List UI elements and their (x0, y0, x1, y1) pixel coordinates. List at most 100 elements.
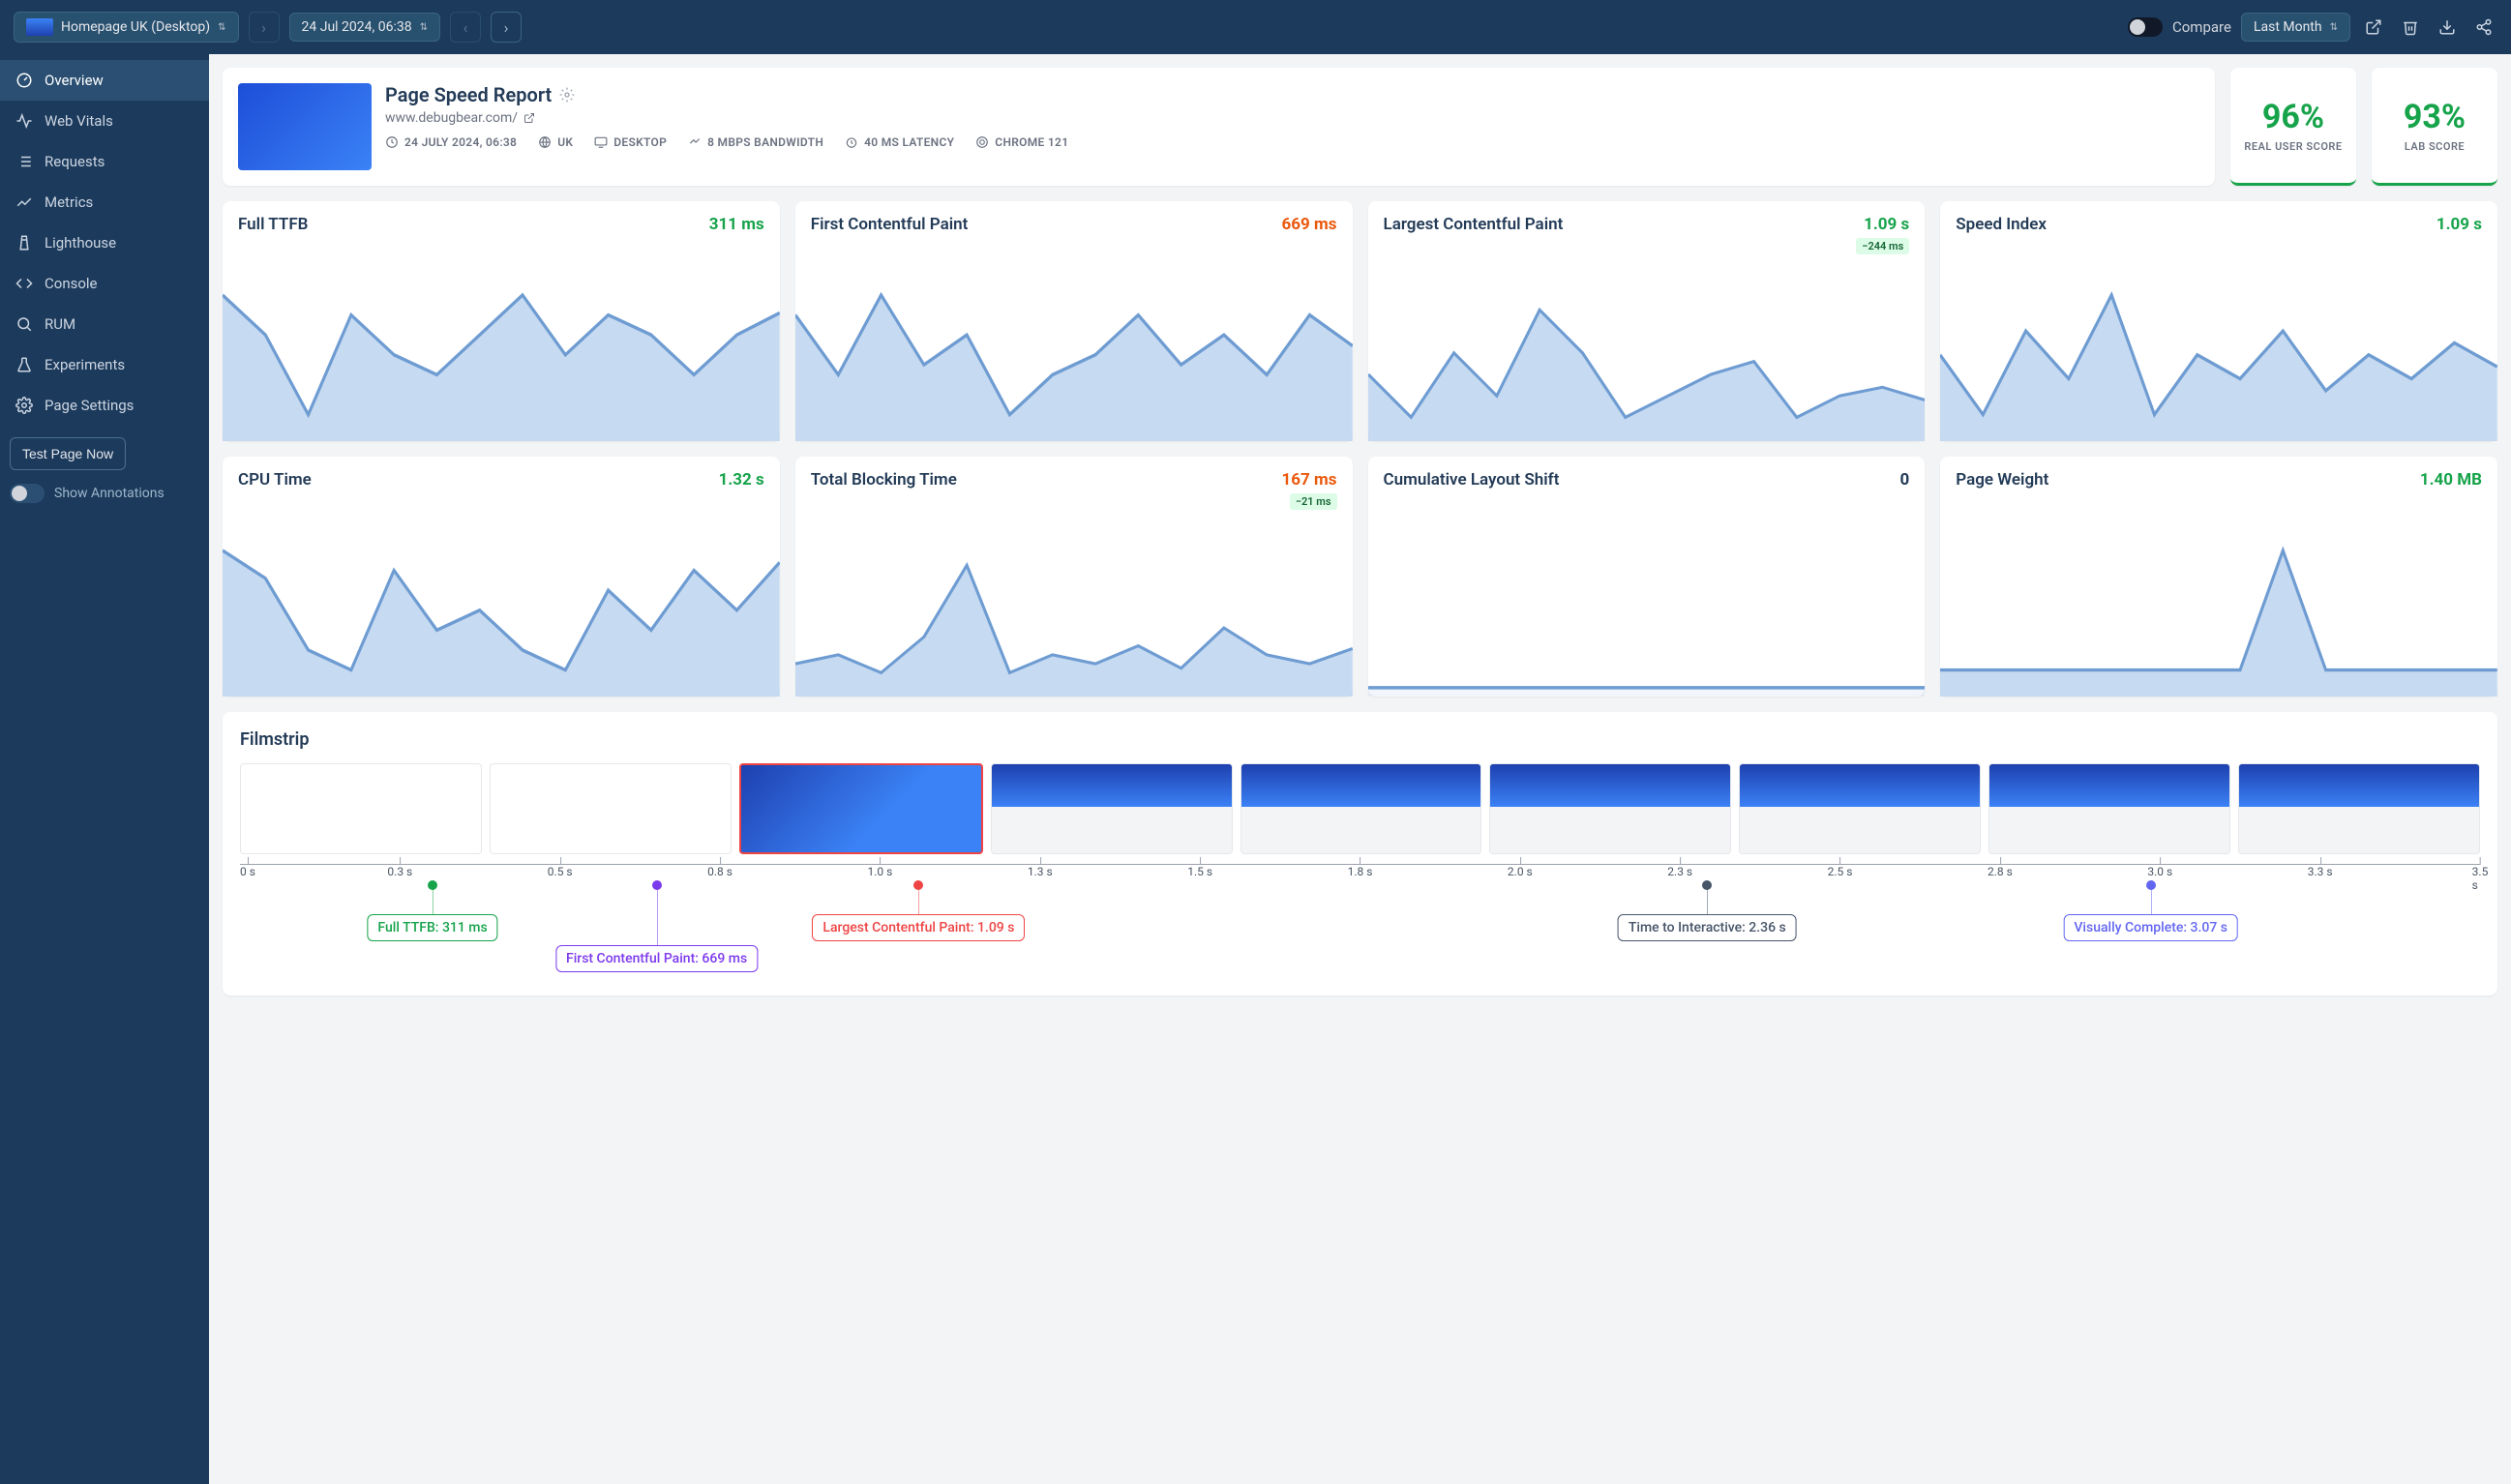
axis-tick: 1.0 s (868, 865, 893, 878)
metric-card[interactable]: Total Blocking Time 167 ms −21 ms (795, 457, 1353, 697)
metric-card[interactable]: Speed Index 1.09 s (1940, 201, 2497, 441)
filmstrip-frame[interactable] (1739, 763, 1981, 854)
filmstrip-frame[interactable] (991, 763, 1233, 854)
url-text: www.debugbear.com/ (385, 110, 518, 126)
metric-delta: −244 ms (1856, 238, 1909, 254)
flask-icon (15, 356, 33, 373)
filmstrip-frame[interactable] (490, 763, 732, 854)
code-icon (15, 275, 33, 292)
timeline-marker-label[interactable]: First Contentful Paint: 669 ms (555, 945, 758, 972)
annotations-toggle[interactable] (10, 484, 45, 503)
timeline-marker-label[interactable]: Largest Contentful Paint: 1.09 s (812, 914, 1025, 941)
nav-prev-time[interactable]: ‹ (450, 12, 481, 43)
chevron-updown-icon: ⇅ (2330, 22, 2338, 33)
timeline-marker-label[interactable]: Visually Complete: 3.07 s (2063, 914, 2238, 941)
range-label: Last Month (2254, 19, 2322, 35)
metric-card[interactable]: Largest Contentful Paint 1.09 s −244 ms (1368, 201, 1926, 441)
metric-delta: −21 ms (1290, 493, 1337, 510)
open-external-icon[interactable] (2360, 14, 2387, 41)
timeline-marker-line (918, 889, 919, 916)
sidebar-item-web-vitals[interactable]: Web Vitals (0, 101, 209, 141)
nav-next-page[interactable]: › (249, 12, 280, 43)
timeline-marker-label[interactable]: Full TTFB: 311 ms (367, 914, 497, 941)
metric-card[interactable]: Cumulative Layout Shift 0 (1368, 457, 1926, 697)
sidebar-item-rum[interactable]: RUM (0, 304, 209, 344)
metric-value: 1.32 s (719, 470, 764, 490)
meta-device: DESKTOP (594, 135, 667, 149)
score-label: REAL USER SCORE (2230, 140, 2356, 153)
page-url[interactable]: www.debugbear.com/ (385, 110, 2199, 126)
sidebar-item-console[interactable]: Console (0, 263, 209, 304)
timeline-marker-label[interactable]: Time to Interactive: 2.36 s (1618, 914, 1797, 941)
sidebar-item-metrics[interactable]: Metrics (0, 182, 209, 223)
metric-name: Page Weight (1956, 470, 2048, 490)
metric-value: 0 (1899, 470, 1909, 490)
axis-tick: 3.0 s (2147, 865, 2172, 878)
page-selector-label: Homepage UK (Desktop) (61, 19, 210, 35)
metric-value: 1.40 MB (2420, 470, 2482, 490)
compare-toggle[interactable] (2128, 17, 2163, 37)
trash-icon[interactable] (2397, 14, 2424, 41)
axis-tick: 3.3 s (2308, 865, 2333, 878)
gauge-icon (15, 72, 33, 89)
nav-next-time[interactable]: › (491, 12, 522, 43)
filmstrip-frame[interactable] (1489, 763, 1731, 854)
gear-icon[interactable] (559, 87, 575, 103)
annotations-label: Show Annotations (54, 486, 164, 501)
compare-label: Compare (2172, 18, 2231, 36)
sidebar-item-overview[interactable]: Overview (0, 60, 209, 101)
lab-score-card[interactable]: 93% LAB SCORE (2372, 68, 2497, 186)
sidebar-item-requests[interactable]: Requests (0, 141, 209, 182)
axis-tick: 2.3 s (1667, 865, 1692, 878)
test-page-button[interactable]: Test Page Now (10, 437, 126, 470)
sidebar-item-page-settings[interactable]: Page Settings (0, 385, 209, 426)
external-link-icon (523, 112, 535, 124)
filmstrip-title: Filmstrip (240, 729, 2480, 750)
sparkline (795, 242, 1353, 441)
chart-icon (15, 193, 33, 211)
meta-region: UK (538, 135, 573, 149)
download-icon[interactable] (2434, 14, 2461, 41)
sidebar-item-experiments[interactable]: Experiments (0, 344, 209, 385)
metric-value: 1.09 s (1856, 215, 1909, 234)
sidebar-item-label: Lighthouse (45, 234, 116, 252)
filmstrip-frame[interactable] (240, 763, 482, 854)
report-header-card: Page Speed Report www.debugbear.com/ 24 … (223, 68, 2215, 186)
chrome-icon (975, 135, 989, 149)
meta-bandwidth: 8 MBPS BANDWIDTH (688, 135, 823, 149)
datetime-selector[interactable]: 24 Jul 2024, 06:38 ⇅ (289, 13, 440, 42)
metric-value: 311 ms (709, 215, 764, 234)
sidebar-item-label: Requests (45, 153, 105, 170)
sidebar-item-lighthouse[interactable]: Lighthouse (0, 223, 209, 263)
page-selector[interactable]: Homepage UK (Desktop) ⇅ (14, 12, 239, 43)
sidebar-item-label: RUM (45, 315, 75, 333)
page-title: Page Speed Report (385, 83, 2199, 106)
sparkline (1940, 242, 2497, 441)
sidebar-item-label: Page Settings (45, 397, 134, 414)
sparkline (1940, 497, 2497, 697)
filmstrip-frame[interactable] (1988, 763, 2230, 854)
axis-tick: 1.5 s (1187, 865, 1212, 878)
metric-card[interactable]: Page Weight 1.40 MB (1940, 457, 2497, 697)
filmstrip-frame[interactable] (1241, 763, 1482, 854)
metric-name: CPU Time (238, 470, 312, 490)
metric-card[interactable]: CPU Time 1.32 s (223, 457, 780, 697)
filmstrip-frame[interactable] (739, 763, 983, 854)
meta-datetime: 24 JULY 2024, 06:38 (385, 135, 517, 149)
sparkline (1368, 497, 1926, 697)
sparkline (795, 518, 1353, 697)
page-preview-thumbnail (238, 83, 372, 170)
metric-card[interactable]: Full TTFB 311 ms (223, 201, 780, 441)
real-user-score-card[interactable]: 96% REAL USER SCORE (2230, 68, 2356, 186)
filmstrip-markers: Full TTFB: 311 ms First Contentful Paint:… (240, 885, 2480, 972)
metric-card[interactable]: First Contentful Paint 669 ms (795, 201, 1353, 441)
metric-name: Cumulative Layout Shift (1384, 470, 1560, 490)
axis-tick: 0.3 s (387, 865, 412, 878)
axis-tick: 1.8 s (1348, 865, 1373, 878)
gear-icon (15, 397, 33, 414)
score-value: 93% (2372, 98, 2497, 136)
metric-name: First Contentful Paint (811, 215, 969, 234)
share-icon[interactable] (2470, 14, 2497, 41)
range-selector[interactable]: Last Month ⇅ (2241, 13, 2350, 42)
filmstrip-frame[interactable] (2238, 763, 2480, 854)
